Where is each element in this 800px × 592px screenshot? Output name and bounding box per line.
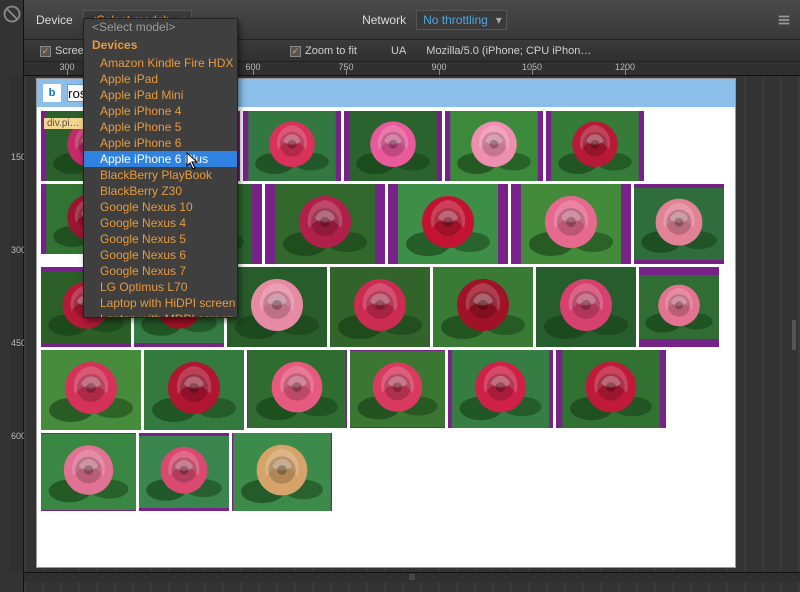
- zoom-checkbox[interactable]: Zoom to fit: [290, 45, 357, 57]
- image-thumb[interactable]: [227, 267, 327, 347]
- dropdown-item[interactable]: Google Nexus 10: [84, 199, 237, 215]
- image-thumb[interactable]: [445, 111, 543, 181]
- dropdown-item[interactable]: Laptop with MDPI screen: [84, 311, 237, 318]
- dropdown-item[interactable]: Apple iPhone 4: [84, 103, 237, 119]
- device-label: Device: [36, 13, 73, 27]
- network-select[interactable]: No throttling: [416, 10, 507, 30]
- image-thumb[interactable]: [546, 111, 644, 181]
- image-thumb[interactable]: [41, 433, 136, 511]
- zoom-label: Zoom to fit: [305, 45, 357, 57]
- image-thumb[interactable]: [433, 267, 533, 347]
- element-tag-hint: div.pi…: [44, 118, 83, 129]
- image-thumb[interactable]: [344, 111, 442, 181]
- dropdown-item[interactable]: Amazon Kindle Fire HDX: [84, 55, 237, 71]
- image-thumb[interactable]: [232, 433, 332, 511]
- ruler-vertical: 150300450600: [10, 76, 24, 572]
- ua-label: UA: [391, 45, 406, 57]
- image-thumb[interactable]: [350, 350, 445, 428]
- dropdown-item[interactable]: LG Optimus L70: [84, 279, 237, 295]
- image-thumb[interactable]: [41, 350, 141, 430]
- device-dropdown[interactable]: <Select model> Devices Amazon Kindle Fir…: [83, 18, 238, 318]
- dropdown-item[interactable]: Apple iPad: [84, 71, 237, 87]
- image-thumb[interactable]: [139, 433, 229, 511]
- no-entry-icon[interactable]: [2, 4, 22, 24]
- dropdown-item[interactable]: Apple iPhone 5: [84, 119, 237, 135]
- image-thumb[interactable]: [556, 350, 666, 428]
- dropdown-item[interactable]: Laptop with HiDPI screen: [84, 295, 237, 311]
- panel-splitter[interactable]: [24, 572, 800, 582]
- image-thumb[interactable]: [536, 267, 636, 347]
- dropdown-item[interactable]: Apple iPad Mini: [84, 87, 237, 103]
- image-thumb[interactable]: [265, 184, 385, 264]
- dropdown-item[interactable]: Google Nexus 5: [84, 231, 237, 247]
- image-thumb[interactable]: [247, 350, 347, 428]
- image-thumb[interactable]: [511, 184, 631, 264]
- image-thumb[interactable]: [330, 267, 430, 347]
- dropdown-group-devices: Devices: [84, 35, 237, 55]
- image-thumb[interactable]: [388, 184, 508, 264]
- network-label: Network: [362, 13, 406, 27]
- dropdown-placeholder[interactable]: <Select model>: [84, 19, 237, 35]
- dropdown-item[interactable]: Google Nexus 4: [84, 215, 237, 231]
- dropdown-item[interactable]: BlackBerry PlayBook: [84, 167, 237, 183]
- viewport-resize-handle[interactable]: [792, 320, 796, 350]
- drawer-icon[interactable]: [776, 12, 792, 28]
- dropdown-item[interactable]: Apple iPhone 6: [84, 135, 237, 151]
- image-thumb[interactable]: [639, 267, 719, 347]
- image-thumb[interactable]: [448, 350, 553, 428]
- dropdown-item[interactable]: Apple iPhone 6 Plus: [84, 151, 237, 167]
- dropdown-item[interactable]: BlackBerry Z30: [84, 183, 237, 199]
- image-thumb[interactable]: [634, 184, 724, 264]
- dropdown-item[interactable]: Google Nexus 6: [84, 247, 237, 263]
- ua-field[interactable]: Mozilla/5.0 (iPhone; CPU iPhon…: [426, 45, 591, 57]
- dropdown-item[interactable]: Google Nexus 7: [84, 263, 237, 279]
- image-thumb[interactable]: [243, 111, 341, 181]
- mouse-cursor-icon: [186, 152, 200, 170]
- bing-logo-icon: b: [43, 84, 61, 102]
- image-thumb[interactable]: [144, 350, 244, 430]
